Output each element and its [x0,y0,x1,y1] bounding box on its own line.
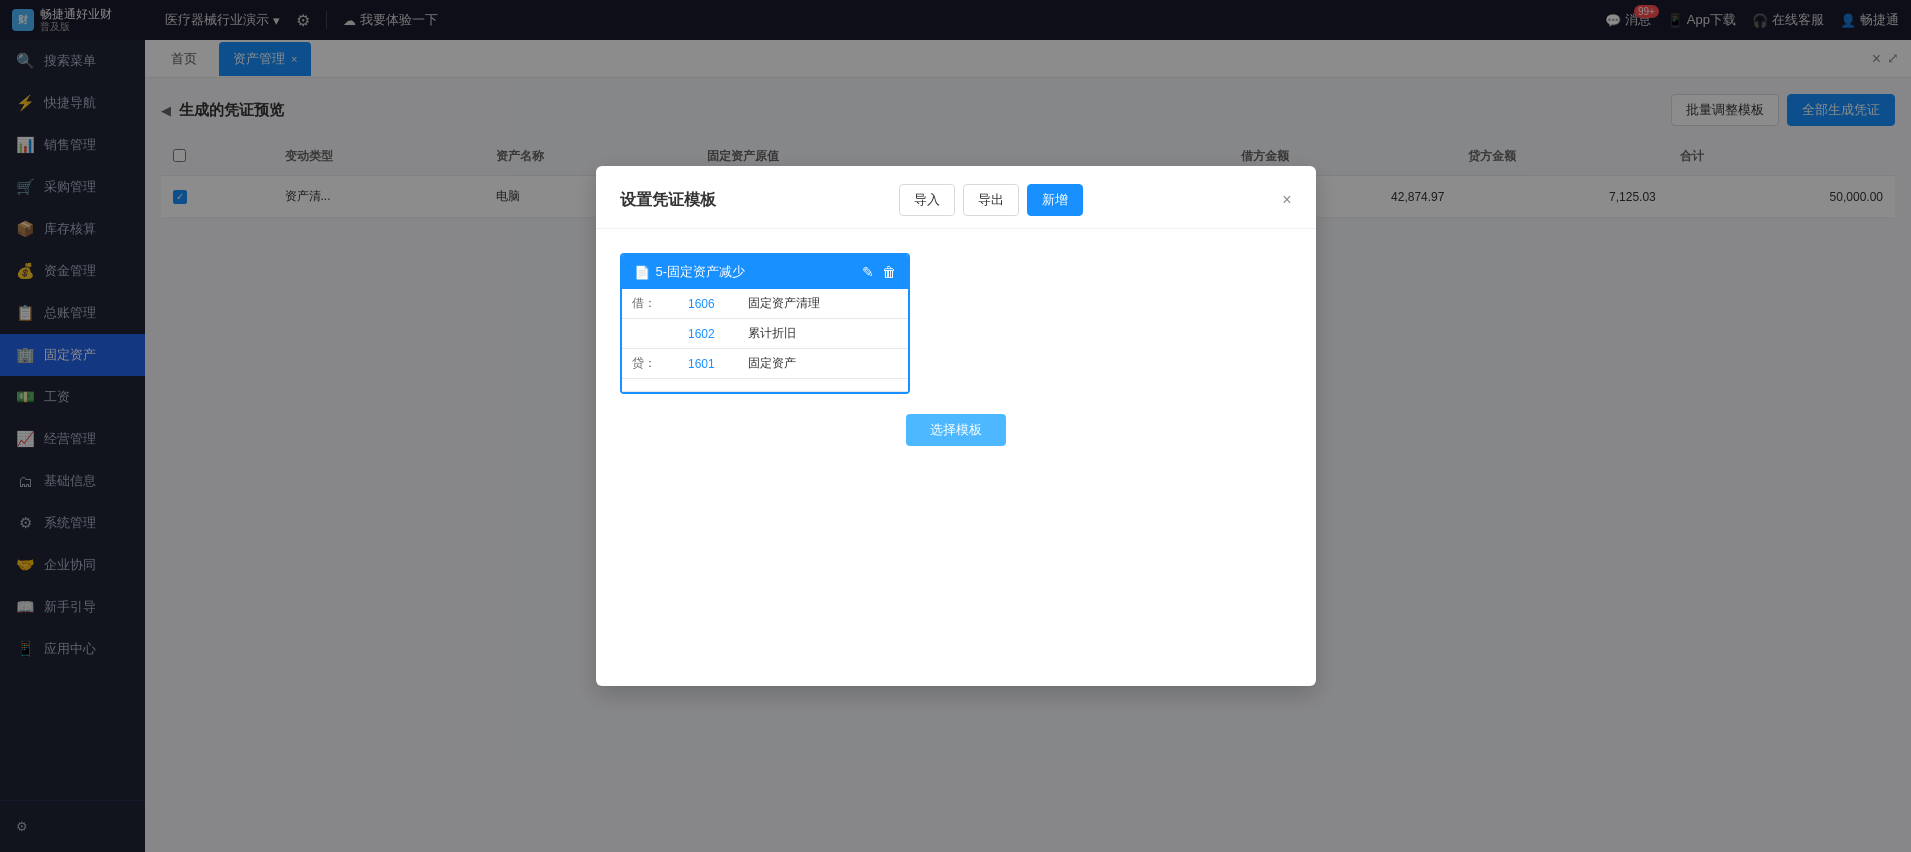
entry-account-2: 累计折旧 [738,319,856,349]
modal-header-actions: 导入 导出 新增 [899,184,1083,216]
template-edit-icon[interactable]: ✎ [862,264,874,280]
entry-credit-3 [882,349,908,379]
modal-header: 设置凭证模板 导入 导出 新增 × [596,166,1316,229]
modal-close-button[interactable]: × [1282,191,1291,209]
page-area: 首页 资产管理 × × ⤢ ◀ 生成的凭证预览 [145,40,1911,852]
modal-overlay: 设置凭证模板 导入 导出 新增 × [145,78,1911,852]
template-card-header-right: ✎ 🗑 [862,264,896,280]
select-template-button[interactable]: 选择模板 [906,414,1006,446]
template-entry-row-empty [622,379,908,392]
new-button[interactable]: 新增 [1027,184,1083,216]
page-content: ◀ 生成的凭证预览 批量调整模板 全部生成凭证 变动类型 [145,78,1911,852]
entry-debit-3 [856,349,882,379]
entry-account-1: 固定资产清理 [738,289,856,319]
app-container: 财 畅捷通好业财 普及版 医疗器械行业演示 ▾ ⚙ ☁ 我要体验一下 💬 消息 … [0,0,1911,852]
modal-title: 设置凭证模板 [620,190,716,211]
entry-code-3: 1601 [678,349,738,379]
template-entry-row: 借： 1606 固定资产清理 [622,289,908,319]
entry-debit-2 [856,319,882,349]
entry-credit-2 [882,319,908,349]
entry-type-3: 贷： [622,349,679,379]
entry-code-1: 1606 [678,289,738,319]
template-card-header-left: 📄 5-固定资产减少 [634,263,746,281]
template-header-label: 5-固定资产减少 [656,263,746,281]
template-entry-row: 贷： 1601 固定资产 [622,349,908,379]
entry-code-2: 1602 [678,319,738,349]
entry-type-2 [622,319,679,349]
main-layout: 🔍 搜索菜单 ⚡ 快捷导航 📊 销售管理 🛒 采购管理 📦 库存核算 💰 [0,40,1911,852]
modal-set-template: 设置凭证模板 导入 导出 新增 × [596,166,1316,686]
template-entry-row: 1602 累计折旧 [622,319,908,349]
template-card-header: 📄 5-固定资产减少 ✎ 🗑 [622,255,908,289]
template-entries-table: 借： 1606 固定资产清理 [622,289,908,392]
entry-credit-1 [882,289,908,319]
template-card-body: 借： 1606 固定资产清理 [622,289,908,392]
modal-body: 📄 5-固定资产减少 ✎ 🗑 [596,229,1316,649]
export-button[interactable]: 导出 [963,184,1019,216]
template-doc-icon: 📄 [634,265,650,280]
template-card: 📄 5-固定资产减少 ✎ 🗑 [620,253,910,394]
template-delete-icon[interactable]: 🗑 [882,264,896,280]
entry-account-3: 固定资产 [738,349,856,379]
entry-type-1: 借： [622,289,679,319]
entry-debit-1 [856,289,882,319]
import-button[interactable]: 导入 [899,184,955,216]
